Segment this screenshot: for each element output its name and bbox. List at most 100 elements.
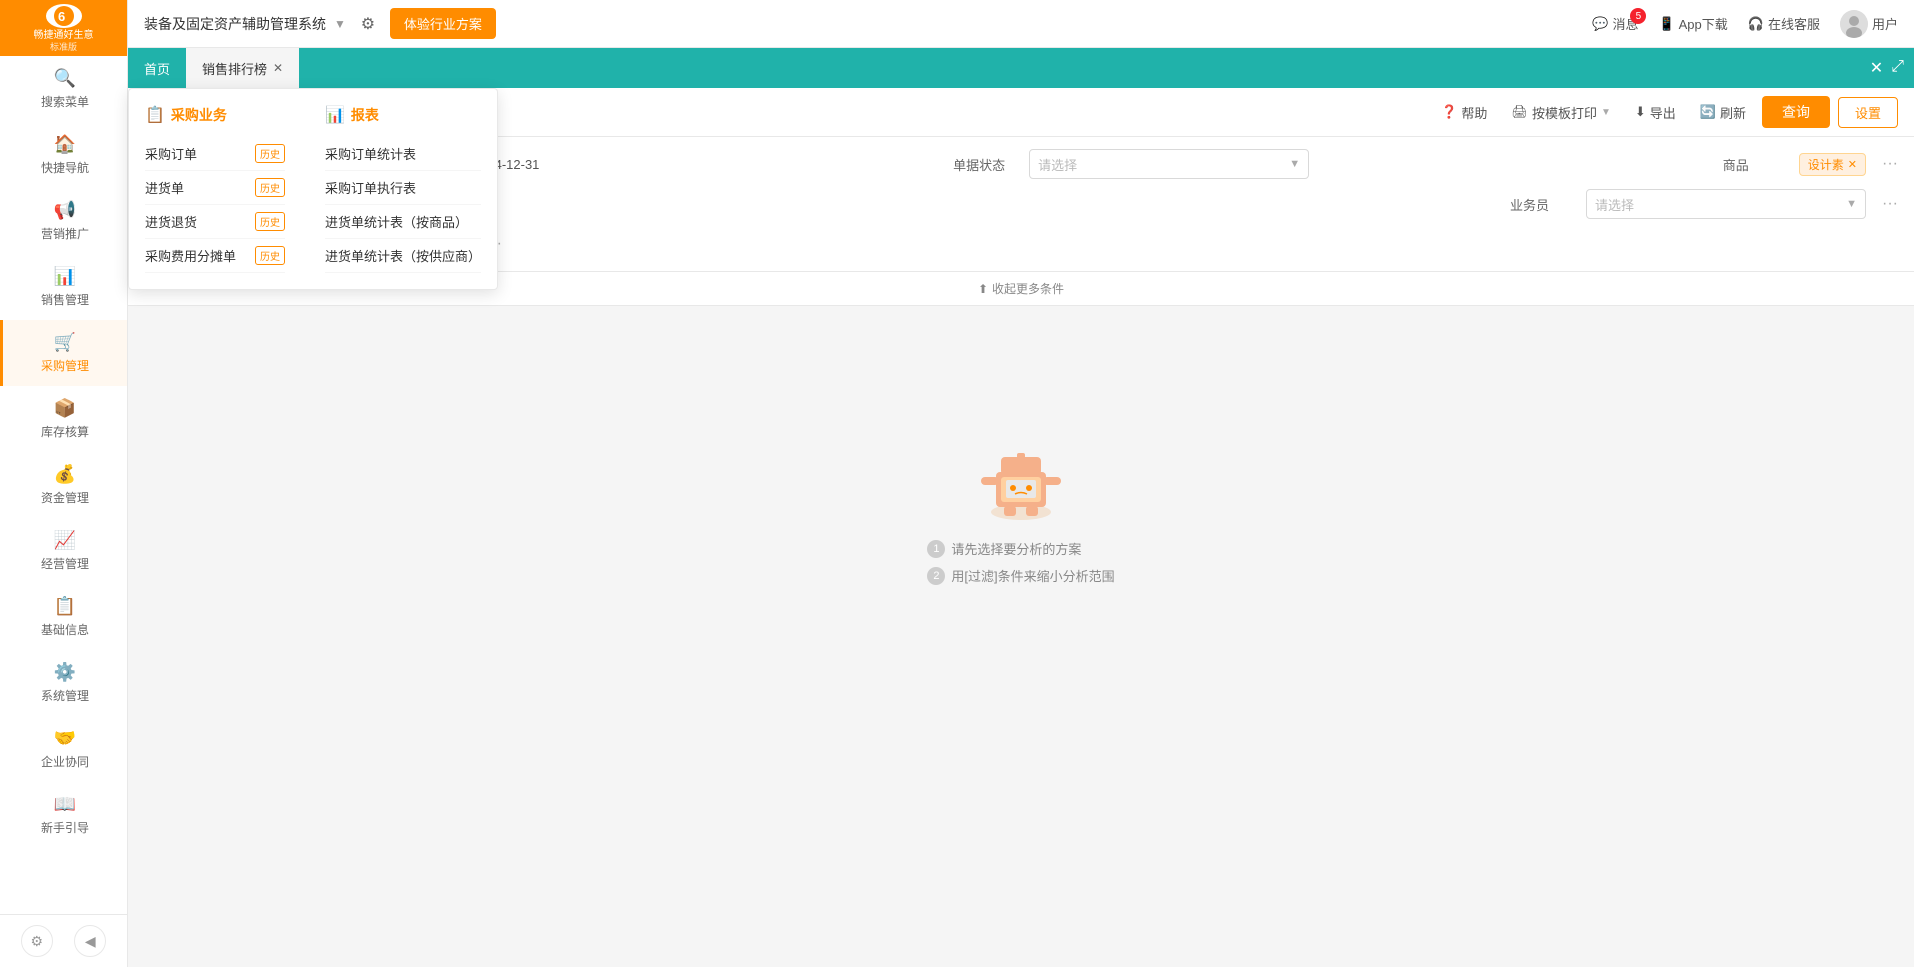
sidebar-item-inventory-label: 库存核算 (41, 423, 89, 440)
sidebar-item-system-label: 系统管理 (41, 687, 89, 704)
print-icon: 🖨 (1511, 104, 1528, 120)
refresh-btn[interactable]: 🔄 刷新 (1692, 99, 1754, 126)
sidebar-menu: 🔍 搜索菜单 🏠 快捷导航 📢 营销推广 📊 销售管理 🛒 采购管理 📦 库存核… (0, 56, 127, 914)
tab-toolbar-icons: ✕ ⤢ (1870, 58, 1904, 78)
dropdown-return[interactable]: 进货退货 历史 (145, 205, 285, 239)
expense-label: 采购费用分摊单 (145, 246, 236, 265)
sidebar-item-search[interactable]: 🔍 搜索菜单 (0, 56, 127, 122)
sidebar: 6 畅捷通好生意 标准版 🔍 搜索菜单 🏠 快捷导航 📢 营销推广 📊 销售管理… (0, 0, 128, 967)
empty-hint-1: 1 请先选择要分析的方案 (927, 539, 1114, 558)
status-select[interactable]: 请选择 ▼ (1029, 149, 1309, 179)
sidebar-item-enterprise[interactable]: 🤝 企业协同 (0, 716, 127, 782)
history-tag-3: 历史 (255, 246, 285, 265)
salesman-select-value: 请选择 (1595, 195, 1634, 214)
dropdown-inbound[interactable]: 进货单 历史 (145, 171, 285, 205)
sidebar-item-finance-label: 资金管理 (41, 489, 89, 506)
status-select-value: 请选择 (1038, 155, 1077, 174)
sidebar-item-operation-label: 经营管理 (41, 555, 89, 572)
operation-icon: 📈 (54, 530, 76, 551)
report-2-label: 进货单统计表（按商品） (325, 212, 468, 231)
sidebar-item-guide[interactable]: 📖 新手引导 (0, 782, 127, 848)
help-icon: ❓ (1441, 104, 1457, 120)
print-arrow-icon: ▼ (1601, 107, 1611, 118)
goods-more-icon[interactable]: ··· (1882, 155, 1898, 173)
settings-gear-btn[interactable]: ⚙ (354, 10, 382, 38)
system-icon: ⚙️ (54, 662, 76, 683)
sidebar-item-search-label: 搜索菜单 (41, 93, 89, 110)
dropdown-expense[interactable]: 采购费用分摊单 历史 (145, 239, 285, 273)
title-arrow-icon: ▼ (334, 17, 346, 31)
dropdown-report-2[interactable]: 进货单统计表（按商品） (325, 205, 481, 239)
sidebar-bottom: ⚙ ◀ (0, 914, 127, 967)
app-download-label: App下载 (1679, 14, 1728, 33)
sidebar-item-basic[interactable]: 📋 基础信息 (0, 584, 127, 650)
app-logo: 6 畅捷通好生意 标准版 (0, 0, 127, 56)
tab-home[interactable]: 首页 (128, 48, 186, 88)
dropdown-report-1[interactable]: 采购订单执行表 (325, 171, 481, 205)
sidebar-collapse-btn[interactable]: ◀ (74, 925, 106, 957)
sidebar-item-sales[interactable]: 📊 销售管理 (0, 254, 127, 320)
user-label: 用户 (1872, 14, 1898, 33)
sidebar-item-marketing[interactable]: 📢 营销推广 (0, 188, 127, 254)
industry-plan-button[interactable]: 体验行业方案 (390, 8, 496, 39)
salesman-select-arrow-icon: ▼ (1846, 198, 1857, 210)
report-col-icon: 📊 (325, 105, 345, 125)
print-btn[interactable]: 🖨 按模板打印 ▼ (1503, 99, 1618, 126)
home-icon: 🏠 (54, 134, 76, 155)
sidebar-item-operation[interactable]: 📈 经营管理 (0, 518, 127, 584)
sidebar-item-nav[interactable]: 🏠 快捷导航 (0, 122, 127, 188)
collapse-up-icon: ⬆ (978, 282, 988, 296)
app-title: 装备及固定资产辅助管理系统 (144, 14, 326, 34)
dropdown-report-0[interactable]: 采购订单统计表 (325, 137, 481, 171)
export-btn[interactable]: ⬇ 导出 (1627, 99, 1684, 126)
tabbar: 首页 销售排行榜 ✕ ✕ ⤢ (128, 48, 1914, 88)
help-label: 帮助 (1461, 103, 1487, 122)
enterprise-icon: 🤝 (54, 728, 76, 749)
hint-num-2: 2 (927, 567, 945, 585)
purchase-col-title-text: 采购业务 (171, 105, 227, 125)
inbound-label: 进货单 (145, 178, 184, 197)
sales-icon: 📊 (54, 266, 76, 287)
search-icon: 🔍 (54, 68, 76, 89)
sidebar-item-system[interactable]: ⚙️ 系统管理 (0, 650, 127, 716)
query-button[interactable]: 查询 (1762, 96, 1830, 128)
app-download-btn[interactable]: 📱 App下载 (1658, 14, 1727, 33)
purchase-col-title: 📋 采购业务 (145, 105, 285, 125)
notification-btn[interactable]: 💬 5 消息 (1592, 14, 1638, 33)
sidebar-settings-btn[interactable]: ⚙ (21, 925, 53, 957)
tab-maximize-icon[interactable]: ⤢ (1891, 58, 1904, 78)
sidebar-item-finance[interactable]: 💰 资金管理 (0, 452, 127, 518)
tab-close-window-icon[interactable]: ✕ (1870, 58, 1883, 78)
marketing-icon: 📢 (54, 200, 76, 221)
sidebar-item-enterprise-label: 企业协同 (41, 753, 89, 770)
goods-tag-close-icon[interactable]: ✕ (1848, 158, 1857, 171)
dropdown-purchase-order[interactable]: 采购订单 历史 (145, 137, 285, 171)
salesman-more-icon[interactable]: ··· (1882, 195, 1898, 213)
phone-icon: 📱 (1658, 16, 1674, 32)
dropdown-report-3[interactable]: 进货单统计表（按供应商） (325, 239, 481, 273)
sidebar-item-inventory[interactable]: 📦 库存核算 (0, 386, 127, 452)
tab-sales-rank-label: 销售排行榜 (202, 59, 267, 78)
return-label: 进货退货 (145, 212, 197, 231)
purchase-col: 📋 采购业务 采购订单 历史 进货单 历史 进货退货 历史 采购费用分摊单 历史 (145, 105, 285, 273)
notification-count: 5 (1630, 8, 1646, 24)
svg-text:6: 6 (58, 9, 65, 24)
tab-sales-rank[interactable]: 销售排行榜 ✕ (186, 48, 299, 88)
purchase-col-icon: 📋 (145, 105, 165, 125)
sidebar-item-guide-label: 新手引导 (41, 819, 89, 836)
hint-text-2: 用[过滤]条件来缩小分析范围 (951, 566, 1114, 585)
salesman-select[interactable]: 请选择 ▼ (1586, 189, 1866, 219)
hint-text-1: 请先选择要分析的方案 (951, 539, 1081, 558)
empty-hints: 1 请先选择要分析的方案 2 用[过滤]条件来缩小分析范围 (927, 539, 1114, 585)
settings-button[interactable]: 设置 (1838, 97, 1898, 128)
help-btn[interactable]: ❓ 帮助 (1433, 99, 1495, 126)
report-0-label: 采购订单统计表 (325, 144, 416, 163)
report-col-title-text: 报表 (351, 105, 379, 125)
sidebar-item-purchase[interactable]: 🛒 采购管理 (0, 320, 127, 386)
tab-home-label: 首页 (144, 59, 170, 78)
inventory-icon: 📦 (54, 398, 76, 419)
user-btn[interactable]: 用户 (1840, 10, 1898, 38)
tab-close-icon[interactable]: ✕ (273, 61, 283, 75)
online-service-btn[interactable]: 🎧 在线客服 (1748, 14, 1820, 33)
logo-sub: 标准版 (34, 42, 94, 53)
